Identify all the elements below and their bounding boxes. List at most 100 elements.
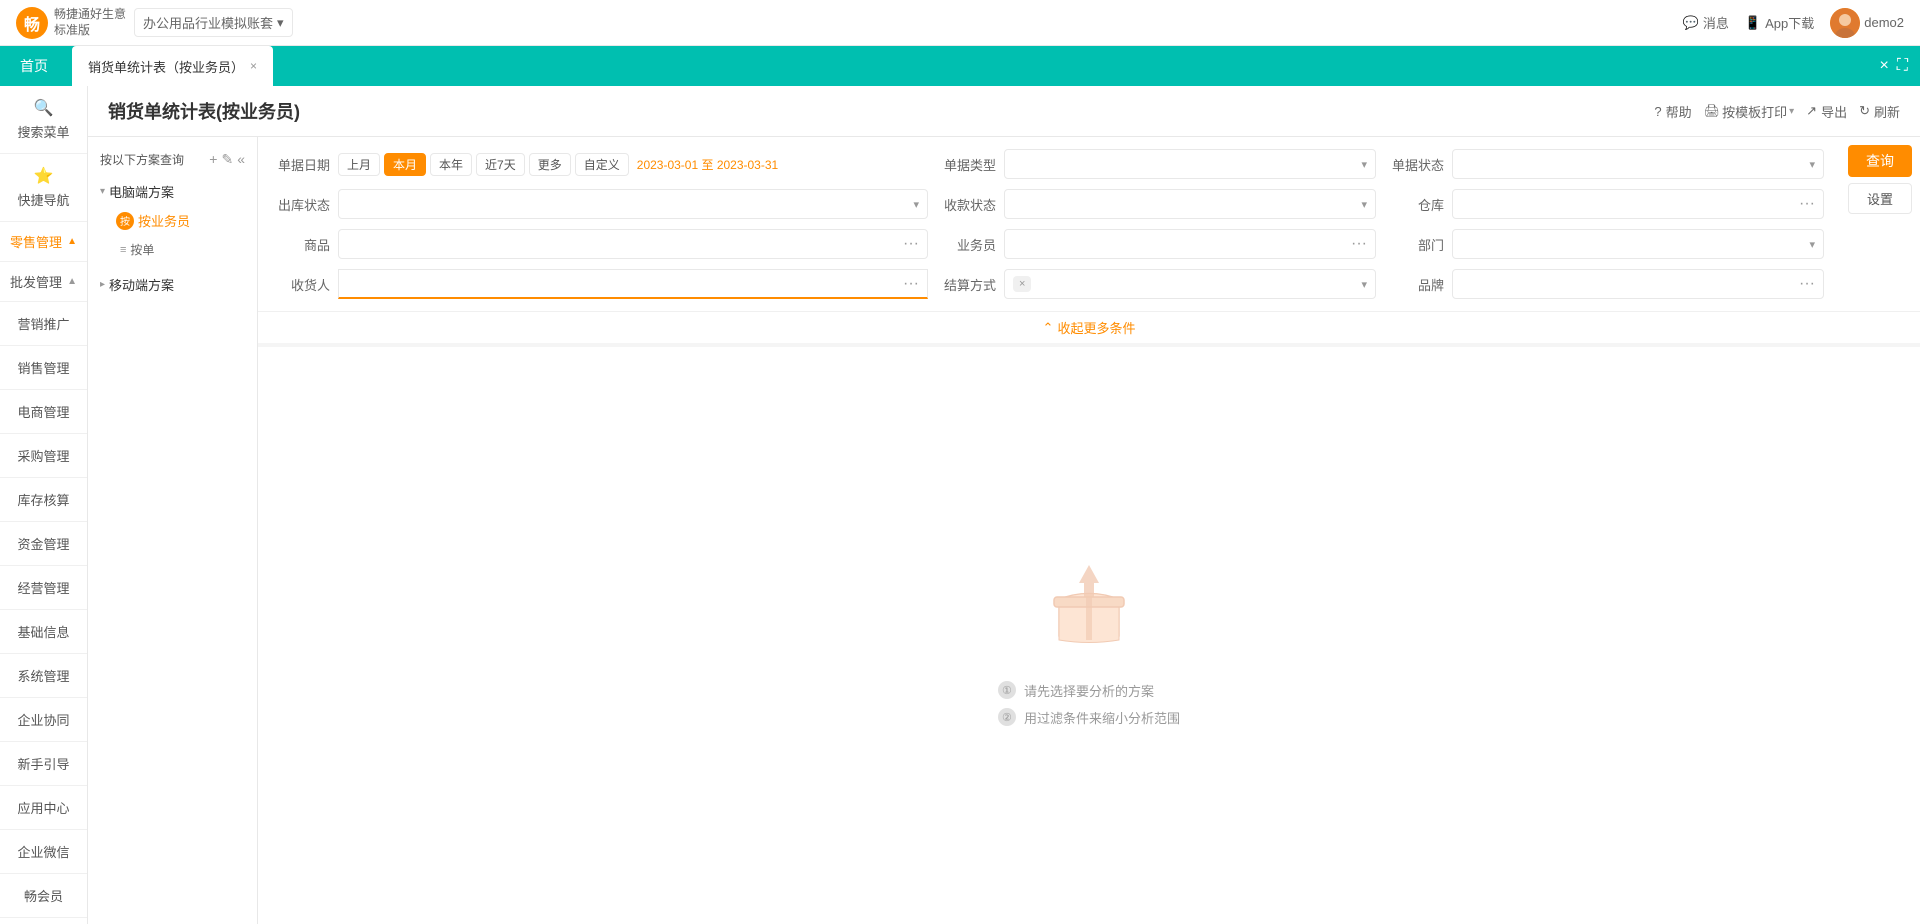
schemes-panel: 按以下方案查询 + ✎ « ▾ 电脑端方案 xyxy=(88,137,258,924)
sidebar-item-search-menu[interactable]: 🔍 搜索菜单 xyxy=(0,86,87,154)
payment-tag-remove[interactable]: × xyxy=(1019,278,1025,290)
print-button[interactable]: 🖨 按模板打印 ▾ xyxy=(1704,102,1795,121)
sidebar-item-wholesale[interactable]: 批发管理 ▲ xyxy=(0,262,87,302)
sidebar-item-inventory[interactable]: 库存核算 xyxy=(0,478,87,522)
sidebar-item-wechat[interactable]: 企业微信 xyxy=(0,830,87,874)
download-icon: 📱 xyxy=(1745,15,1761,31)
payment-tag: × xyxy=(1013,276,1031,292)
sidebar-item-business[interactable]: 经营管理 xyxy=(0,566,87,610)
salesperson-input[interactable]: ··· xyxy=(1004,229,1376,259)
payment-label: 结算方式 xyxy=(940,275,996,294)
filter-field-payment: 结算方式 × ▾ xyxy=(940,269,1376,299)
refresh-icon: ↻ xyxy=(1859,103,1870,119)
sidebar-item-finance[interactable]: 资金管理 xyxy=(0,522,87,566)
help-icon: ? xyxy=(1654,104,1661,119)
message-button[interactable]: 💬 消息 xyxy=(1683,13,1729,32)
date-prev-month-button[interactable]: 上月 xyxy=(338,153,380,176)
user-menu[interactable]: demo2 xyxy=(1830,8,1904,38)
help-button[interactable]: ? 帮助 xyxy=(1654,102,1691,121)
action-buttons: 查询 设置 xyxy=(1840,137,1920,311)
setting-button[interactable]: 设置 xyxy=(1848,183,1912,214)
goods-dots[interactable]: ··· xyxy=(903,235,919,253)
scheme-salesperson-icon: 按 xyxy=(116,212,134,230)
empty-hint-2: ② 用过滤条件来缩小分析范围 xyxy=(998,708,1180,727)
payment-select[interactable]: × ▾ xyxy=(1004,269,1376,299)
warehouse-dots[interactable]: ··· xyxy=(1799,195,1815,213)
sidebar-item-system[interactable]: 系统管理 xyxy=(0,654,87,698)
filter-field-consignee: 收货人 ··· xyxy=(274,269,928,299)
scheme-add-button[interactable]: + xyxy=(209,151,217,168)
empty-illustration xyxy=(1029,545,1149,665)
doc-status-label: 单据状态 xyxy=(1388,155,1444,174)
scheme-collapse-button[interactable]: « xyxy=(237,151,245,168)
export-button[interactable]: ↗ 导出 xyxy=(1806,102,1847,121)
tab-close-button[interactable]: × xyxy=(250,59,257,73)
logo-text: 畅捷通好生意 标准版 xyxy=(54,7,126,38)
filter-forms-area: 单据日期 上月 本月 本年 近7天 更多 自定义 2023-03-01 至 20… xyxy=(258,137,1840,311)
content-panel: 销货单统计表(按业务员) ? 帮助 🖨 按模板打印 ▾ ↗ 导出 xyxy=(88,86,1920,924)
sidebar-item-purchase[interactable]: 采购管理 xyxy=(0,434,87,478)
sidebar-item-quick-nav[interactable]: ⭐ 快捷导航 xyxy=(0,154,87,222)
app-download-button[interactable]: 📱 App下载 xyxy=(1745,13,1814,32)
filter-row-2: 出库状态 ▾ 收款状态 xyxy=(274,189,1824,219)
collapse-bar[interactable]: ⌃ 收起更多条件 xyxy=(258,311,1920,343)
dept-select[interactable]: ▾ xyxy=(1452,229,1824,259)
tab-active[interactable]: 销货单统计表（按业务员） × xyxy=(72,46,273,86)
sidebar-item-newbie[interactable]: 新手引导 xyxy=(0,742,87,786)
date-filter-group: 上月 本月 本年 近7天 更多 自定义 2023-03-01 至 2023-03… xyxy=(338,153,928,176)
collapse-icon: ⌃ xyxy=(1043,320,1054,336)
date-this-year-button[interactable]: 本年 xyxy=(430,153,472,176)
sidebar-item-apps[interactable]: 应用中心 xyxy=(0,786,87,830)
sidebar-item-collab[interactable]: 企业协同 xyxy=(0,698,87,742)
salesperson-dots[interactable]: ··· xyxy=(1351,235,1367,253)
doc-type-select[interactable]: ▾ xyxy=(1004,149,1376,179)
out-status-select[interactable]: ▾ xyxy=(338,189,928,219)
scheme-subitem-by-doc[interactable]: ≡ 按单 xyxy=(88,236,257,263)
sidebar-item-marketing[interactable]: 营销推广 xyxy=(0,302,87,346)
sidebar-item-member[interactable]: 畅会员 xyxy=(0,874,87,918)
sidebar-item-sales[interactable]: 销售管理 xyxy=(0,346,87,390)
window-maximize-button[interactable]: ⛶ xyxy=(1897,57,1908,75)
sub-doc-icon: ≡ xyxy=(120,244,126,256)
warehouse-input[interactable]: ··· xyxy=(1452,189,1824,219)
retail-arrow-icon: ▲ xyxy=(67,236,77,247)
brand-label: 品牌 xyxy=(1388,275,1444,294)
scheme-group-pc-header[interactable]: ▾ 电脑端方案 xyxy=(88,178,257,205)
workspace-arrow-icon: ▾ xyxy=(277,15,284,31)
consignee-input[interactable]: ··· xyxy=(338,269,928,299)
empty-hints: ① 请先选择要分析的方案 ② 用过滤条件来缩小分析范围 xyxy=(998,681,1180,727)
dept-label: 部门 xyxy=(1388,235,1444,254)
refresh-button[interactable]: ↻ 刷新 xyxy=(1859,102,1900,121)
date-custom-button[interactable]: 自定义 xyxy=(575,153,629,176)
date-last7-button[interactable]: 近7天 xyxy=(476,153,525,176)
filter-field-brand: 品牌 ··· xyxy=(1388,269,1824,299)
sidebar-item-retail[interactable]: 零售管理 ▲ xyxy=(0,222,87,262)
doc-type-label: 单据类型 xyxy=(940,155,996,174)
workspace-selector[interactable]: 办公用品行业模拟账套 ▾ xyxy=(134,8,293,37)
date-range: 2023-03-01 至 2023-03-31 xyxy=(637,156,778,173)
brand-input[interactable]: ··· xyxy=(1452,269,1824,299)
scheme-group-mobile-header[interactable]: ▸ 移动端方案 xyxy=(88,271,257,298)
tab-home[interactable]: 首页 xyxy=(0,46,68,86)
window-close-button[interactable]: × xyxy=(1879,57,1888,75)
query-button[interactable]: 查询 xyxy=(1848,145,1912,177)
goods-input[interactable]: ··· xyxy=(338,229,928,259)
filter-field-recv-status: 收款状态 ▾ xyxy=(940,189,1376,219)
out-status-arrow-icon: ▾ xyxy=(913,198,919,211)
doc-status-select[interactable]: ▾ xyxy=(1452,149,1824,179)
recv-status-select[interactable]: ▾ xyxy=(1004,189,1376,219)
scheme-item-by-salesperson[interactable]: 按 按业务员 xyxy=(88,205,257,236)
consignee-dots[interactable]: ··· xyxy=(903,275,919,293)
filter-field-salesperson: 业务员 ··· xyxy=(940,229,1376,259)
date-more-button[interactable]: 更多 xyxy=(529,153,571,176)
brand-dots[interactable]: ··· xyxy=(1799,275,1815,293)
message-icon: 💬 xyxy=(1683,15,1699,31)
filter-field-doc-status: 单据状态 ▾ xyxy=(1388,149,1824,179)
date-this-month-button[interactable]: 本月 xyxy=(384,153,426,176)
sidebar-item-ecommerce[interactable]: 电商管理 xyxy=(0,390,87,434)
page-title: 销货单统计表(按业务员) xyxy=(108,98,300,124)
logo-icon: 畅 xyxy=(16,7,48,39)
schemes-header-actions: + ✎ « xyxy=(209,151,245,168)
scheme-edit-button[interactable]: ✎ xyxy=(221,151,233,168)
sidebar-item-basic[interactable]: 基础信息 xyxy=(0,610,87,654)
